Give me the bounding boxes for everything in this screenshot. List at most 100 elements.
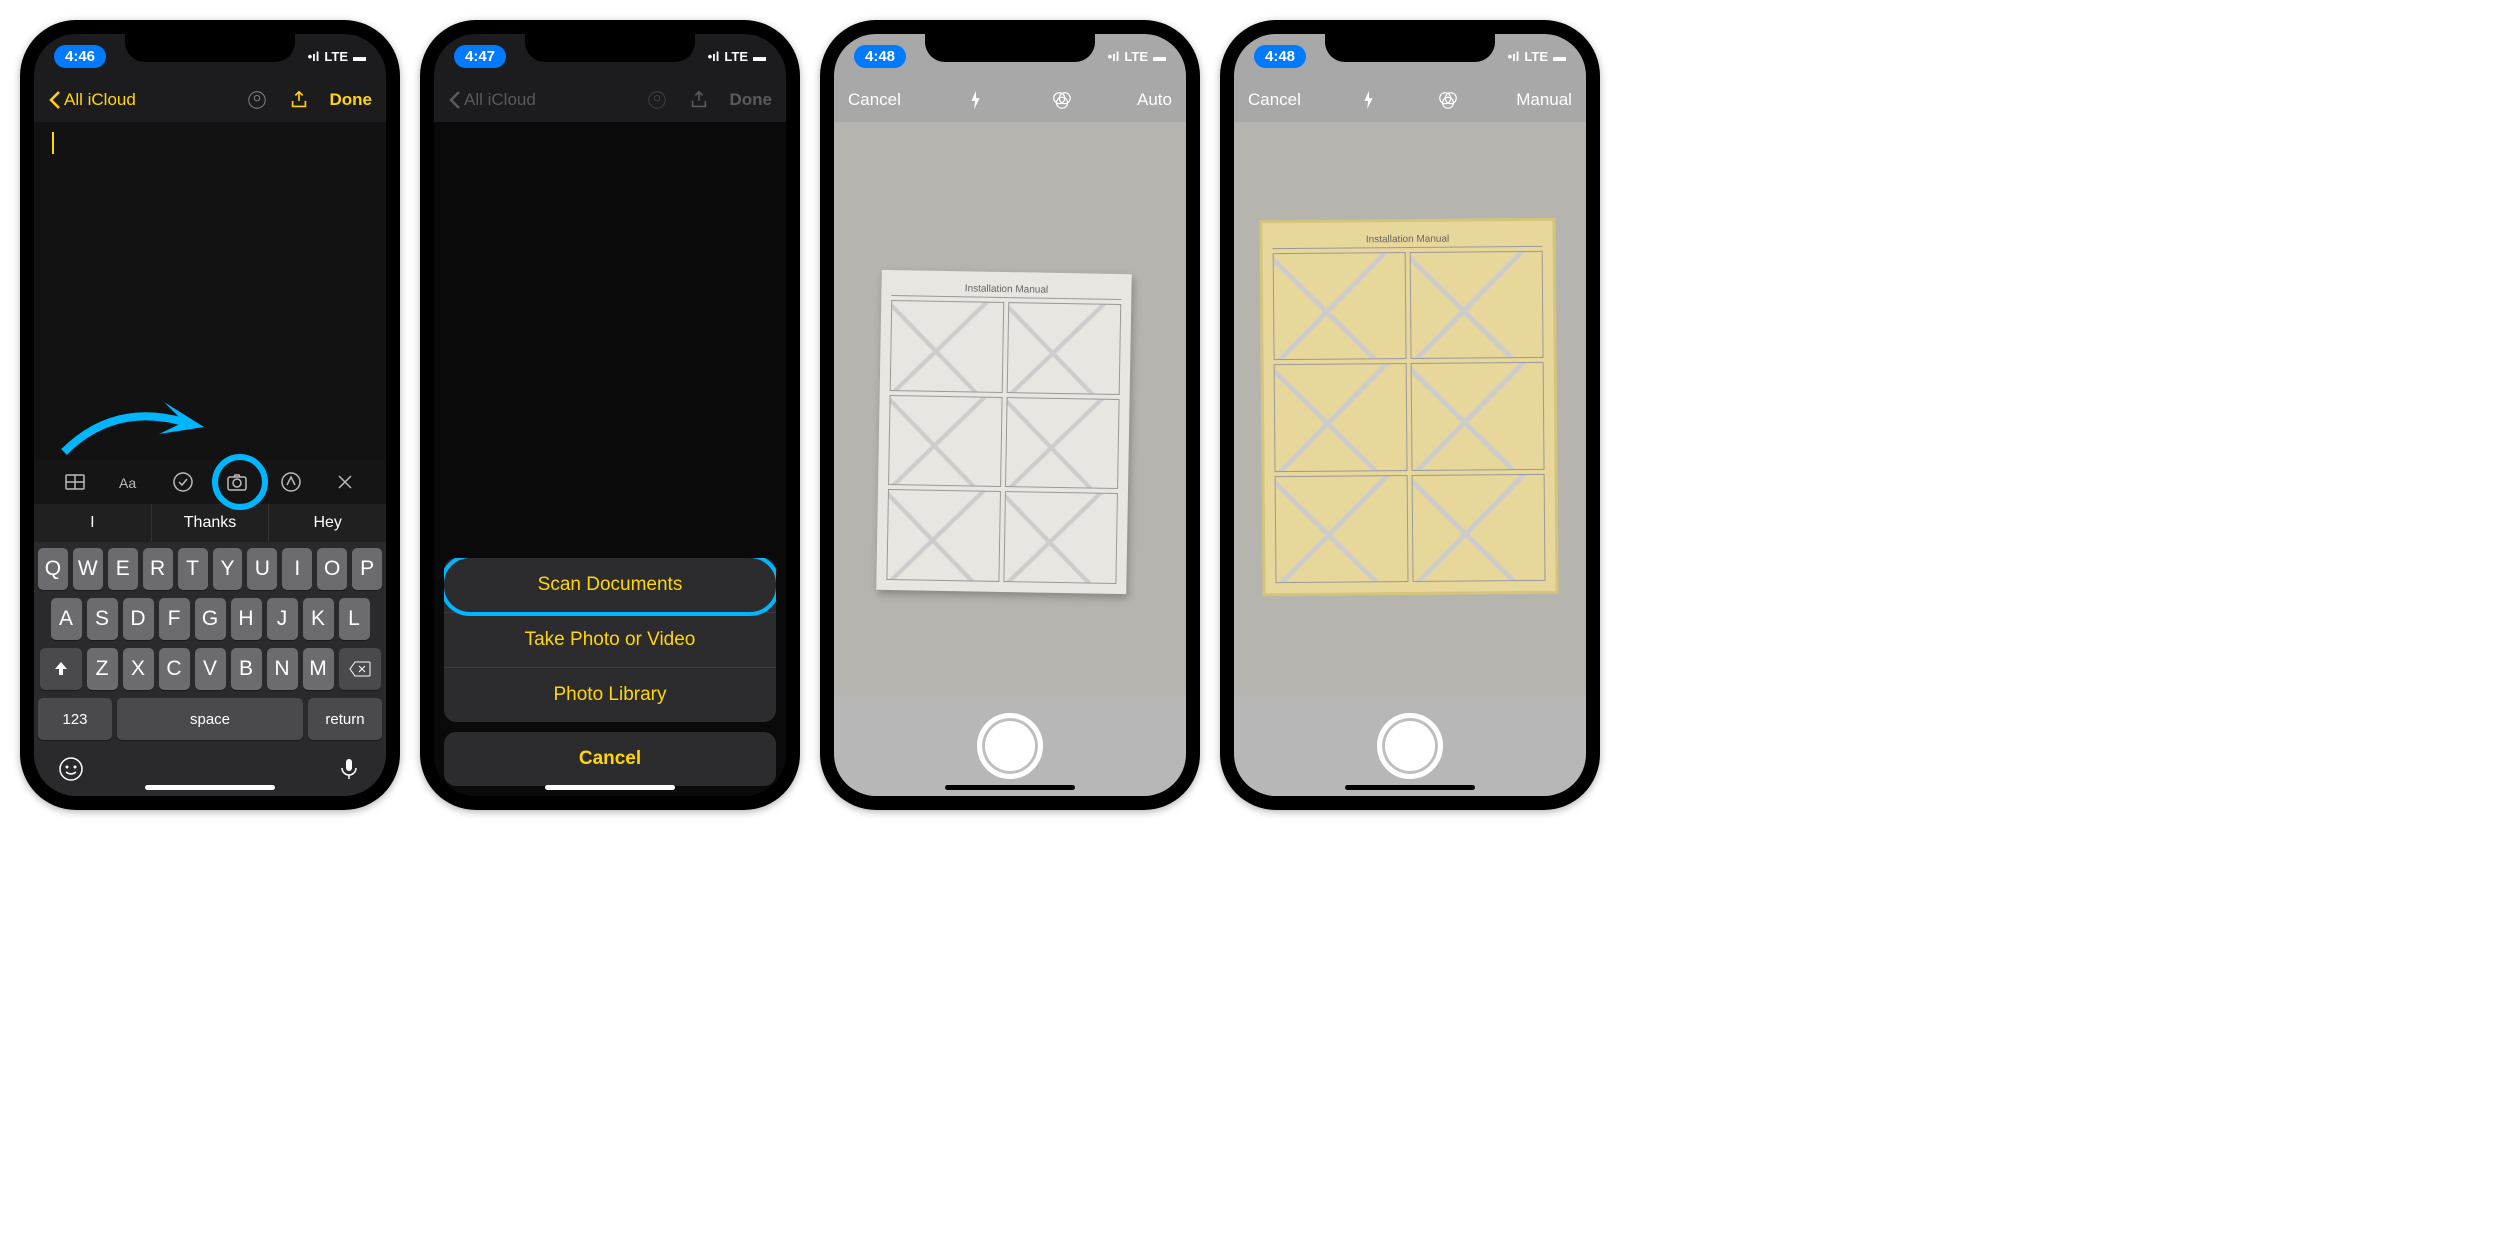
camera-controls (834, 696, 1186, 796)
key-w[interactable]: W (73, 548, 103, 590)
cancel-button[interactable]: Cancel (1248, 90, 1301, 110)
suggestion[interactable]: I (34, 504, 152, 542)
key-a[interactable]: A (51, 598, 82, 640)
phone-3: 4:48 •ıl LTE ▬ Cancel Auto Installation … (820, 20, 1200, 810)
format-icon[interactable]: Aa (117, 470, 141, 494)
shutter-button[interactable] (977, 713, 1043, 779)
key-q[interactable]: Q (38, 548, 68, 590)
numbers-key[interactable]: 123 (38, 698, 112, 740)
collaborate-icon[interactable] (246, 89, 268, 111)
battery-icon: ▬ (1553, 49, 1566, 64)
flash-icon[interactable] (1358, 89, 1380, 111)
camera-viewfinder: Installation Manual (834, 122, 1186, 696)
back-button: All iCloud (448, 90, 536, 110)
key-m[interactable]: M (303, 648, 334, 690)
phone-1: 4:46 •ıl L TE ▬ All iCloud Done (20, 20, 400, 810)
scanned-document-detected: Installation Manual (1262, 221, 1555, 594)
shutter-button[interactable] (1377, 713, 1443, 779)
annotation-arrow (54, 392, 214, 472)
annotation-highlight (444, 558, 776, 616)
keyboard[interactable]: QWERTYUIOP ASDFGHJKL ZXCVBNM 123 space r… (34, 542, 386, 796)
key-p[interactable]: P (352, 548, 382, 590)
time-indicator[interactable]: 4:48 (854, 45, 906, 68)
camera-viewfinder: Installation Manual (1234, 122, 1586, 696)
note-content[interactable] (34, 122, 386, 460)
close-icon[interactable] (333, 470, 357, 494)
scanner-nav: Cancel Auto (834, 78, 1186, 122)
dictation-icon[interactable] (336, 756, 362, 782)
time-indicator[interactable]: 4:47 (454, 45, 506, 68)
cancel-button[interactable]: Cancel (848, 90, 901, 110)
key-f[interactable]: F (159, 598, 190, 640)
home-indicator[interactable] (1345, 785, 1475, 790)
emoji-icon[interactable] (58, 756, 84, 782)
mode-toggle[interactable]: Manual (1516, 90, 1572, 110)
table-icon[interactable] (63, 470, 87, 494)
home-indicator[interactable] (945, 785, 1075, 790)
phone-2: 4:47 •ıl LTE ▬ All iCloud Done (420, 20, 800, 810)
key-n[interactable]: N (267, 648, 298, 690)
time-indicator[interactable]: 4:48 (1254, 45, 1306, 68)
return-key[interactable]: return (308, 698, 382, 740)
done-button[interactable]: Done (330, 90, 373, 110)
take-photo-button[interactable]: Take Photo or Video (444, 613, 776, 668)
key-e[interactable]: E (108, 548, 138, 590)
markup-icon[interactable] (279, 470, 303, 494)
key-x[interactable]: X (123, 648, 154, 690)
key-z[interactable]: Z (87, 648, 118, 690)
key-i[interactable]: I (282, 548, 312, 590)
key-t[interactable]: T (178, 548, 208, 590)
scan-documents-button[interactable]: Scan Documents (444, 558, 776, 613)
shift-key[interactable] (40, 648, 82, 690)
time-indicator[interactable]: 4:46 (54, 45, 106, 68)
signal-icon: •ıl (1508, 49, 1520, 64)
battery-icon: ▬ (1153, 49, 1166, 64)
filter-icon[interactable] (1437, 89, 1459, 111)
nav-bar: All iCloud Done (34, 78, 386, 122)
battery-icon: ▬ (353, 49, 366, 64)
key-j[interactable]: J (267, 598, 298, 640)
cancel-button[interactable]: Cancel (444, 732, 776, 786)
quicktype-bar: I Thanks Hey (34, 504, 386, 542)
text-cursor (52, 132, 54, 154)
key-u[interactable]: U (247, 548, 277, 590)
annotation-circle (212, 454, 268, 510)
scanner-nav: Cancel Manual (1234, 78, 1586, 122)
share-icon (688, 89, 710, 111)
nav-bar: All iCloud Done (434, 78, 786, 122)
key-c[interactable]: C (159, 648, 190, 690)
home-indicator[interactable] (545, 785, 675, 790)
share-icon[interactable] (288, 89, 310, 111)
phone-4: 4:48 •ıl LTE ▬ Cancel Manual Installatio… (1220, 20, 1600, 810)
home-indicator[interactable] (145, 785, 275, 790)
collaborate-icon (646, 89, 668, 111)
done-button: Done (730, 90, 773, 110)
back-button[interactable]: All iCloud (48, 90, 136, 110)
key-y[interactable]: Y (213, 548, 243, 590)
signal-icon: •ıl (708, 49, 720, 64)
key-s[interactable]: S (87, 598, 118, 640)
signal-icon: •ıl (1108, 49, 1120, 64)
key-l[interactable]: L (339, 598, 370, 640)
mode-toggle[interactable]: Auto (1137, 90, 1172, 110)
delete-key[interactable] (339, 648, 381, 690)
key-r[interactable]: R (143, 548, 173, 590)
svg-text:Aa: Aa (119, 475, 136, 491)
key-b[interactable]: B (231, 648, 262, 690)
key-v[interactable]: V (195, 648, 226, 690)
suggestion[interactable]: Hey (269, 504, 386, 542)
key-k[interactable]: K (303, 598, 334, 640)
filter-icon[interactable] (1051, 89, 1073, 111)
suggestion[interactable]: Thanks (152, 504, 270, 542)
key-g[interactable]: G (195, 598, 226, 640)
photo-library-button[interactable]: Photo Library (444, 668, 776, 722)
key-h[interactable]: H (231, 598, 262, 640)
camera-controls (1234, 696, 1586, 796)
flash-icon[interactable] (965, 89, 987, 111)
signal-icon: •ıl (308, 49, 320, 64)
action-sheet: Scan Documents Take Photo or Video Photo… (434, 548, 786, 796)
space-key[interactable]: space (117, 698, 303, 740)
key-d[interactable]: D (123, 598, 154, 640)
key-o[interactable]: O (317, 548, 347, 590)
checklist-icon[interactable] (171, 470, 195, 494)
